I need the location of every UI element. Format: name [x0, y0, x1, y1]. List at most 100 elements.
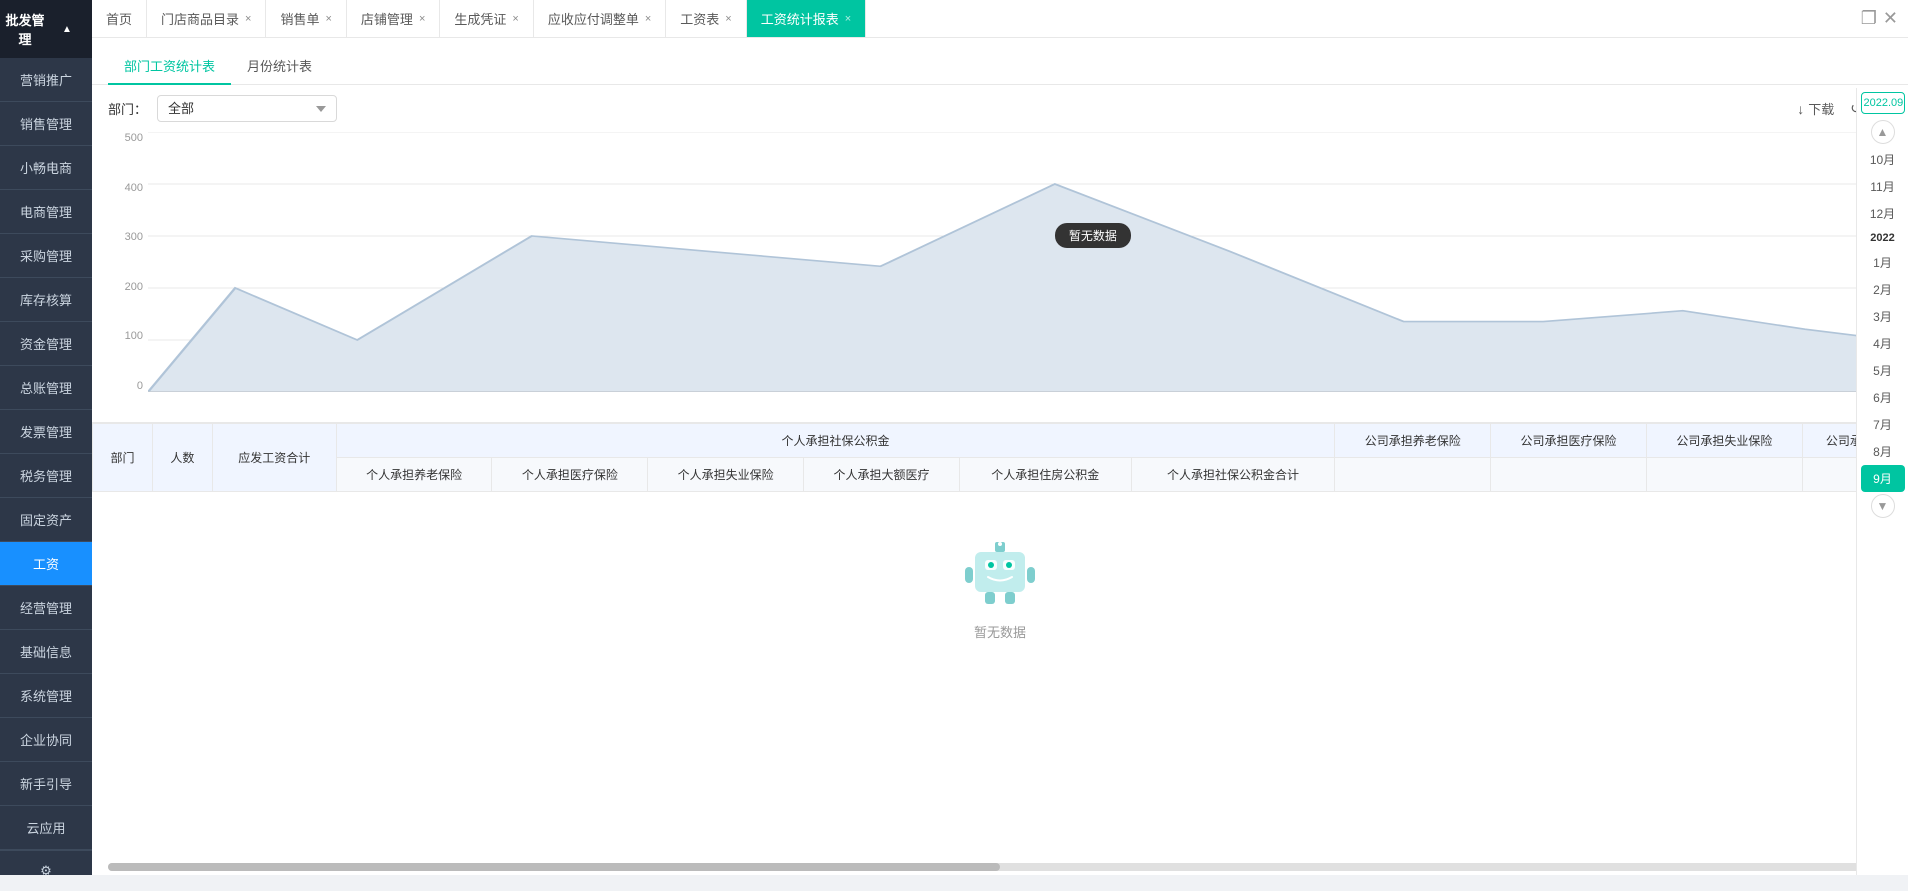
month-item-12月[interactable]: 12月 — [1861, 200, 1905, 227]
col-count: 人数 — [152, 424, 212, 492]
window-restore-icon[interactable]: ❐ — [1861, 8, 1877, 29]
tab-label: 店铺管理 — [361, 9, 413, 28]
tab-首页[interactable]: 首页 — [92, 0, 147, 37]
download-button[interactable]: ↓ 下载 — [1797, 99, 1834, 118]
col-group-personal: 个人承担社保公积金 — [336, 424, 1335, 458]
sidebar-item-小畅电商[interactable]: 小畅电商 — [0, 146, 92, 190]
month-item-10月[interactable]: 10月 — [1861, 146, 1905, 173]
table-scrollbar-thumb — [108, 863, 1000, 871]
col-company-medical: 公司承担医疗保险 — [1491, 424, 1647, 458]
month-item-6月[interactable]: 6月 — [1861, 384, 1905, 411]
tabs-container: 首页门店商品目录×销售单×店铺管理×生成凭证×应收应付调整单×工资表×工资统计报… — [92, 0, 866, 37]
tab-close-icon[interactable]: × — [245, 13, 251, 25]
month-item-3月[interactable]: 3月 — [1861, 303, 1905, 330]
sidebar-item-总账管理[interactable]: 总账管理 — [0, 366, 92, 410]
col-company-unemployment-sub — [1646, 458, 1802, 492]
download-label: 下载 — [1808, 99, 1834, 118]
tab-close-icon[interactable]: × — [645, 13, 651, 25]
toolbar: 部门： 全部 ↓ 下载 ↺ 刷新 — [92, 85, 1908, 132]
tab-应收应付调整单[interactable]: 应收应付调整单× — [534, 0, 666, 37]
col-personal-unemployment: 个人承担失业保险 — [648, 458, 804, 492]
month-panel: 2022.09 ▲ 10月11月12月20221月2月3月4月5月6月7月8月9… — [1856, 88, 1908, 875]
tab-close-icon[interactable]: × — [325, 13, 331, 25]
tab-工资表[interactable]: 工资表 × — [666, 0, 746, 37]
tab-销售单[interactable]: 销售单× — [266, 0, 346, 37]
month-item-4月[interactable]: 4月 — [1861, 330, 1905, 357]
month-item-9月[interactable]: 9月 — [1861, 465, 1905, 492]
sub-tab-月份统计表[interactable]: 月份统计表 — [231, 48, 328, 85]
sidebar-item-新手引导[interactable]: 新手引导 — [0, 762, 92, 806]
col-company-unemployment: 公司承担失业保险 — [1646, 424, 1802, 458]
no-data-text: 暂无数据 — [974, 622, 1026, 641]
sidebar-item-企业协同[interactable]: 企业协同 — [0, 718, 92, 762]
sidebar-item-经营管理[interactable]: 经营管理 — [0, 586, 92, 630]
month-item-5月[interactable]: 5月 — [1861, 357, 1905, 384]
tab-label: 工资表 — [680, 9, 719, 28]
sidebar-item-库存核算[interactable]: 库存核算 — [0, 278, 92, 322]
main-area: 首页门店商品目录×销售单×店铺管理×生成凭证×应收应付调整单×工资表×工资统计报… — [92, 0, 1908, 875]
month-nav-down[interactable]: ▼ — [1871, 494, 1895, 518]
sidebar-item-发票管理[interactable]: 发票管理 — [0, 410, 92, 454]
sidebar-item-营销推广[interactable]: 营销推广 — [0, 58, 92, 102]
sidebar-item-电商管理[interactable]: 电商管理 — [0, 190, 92, 234]
tab-门店商品目录[interactable]: 门店商品目录× — [147, 0, 266, 37]
month-nav-up[interactable]: ▲ — [1871, 120, 1895, 144]
table-wrapper[interactable]: 部门 人数 应发工资合计 个人承担社保公积金 公司承担养老保险 公司承担医疗保险… — [92, 423, 1908, 859]
chart-no-data-tooltip: 暂无数据 — [1055, 223, 1131, 248]
tab-bar-end: ❐ ✕ — [1851, 8, 1908, 29]
chart-svg — [148, 132, 1892, 392]
col-salary: 应发工资合计 — [212, 424, 336, 492]
window-close-icon[interactable]: ✕ — [1883, 8, 1898, 29]
tab-label: 工资统计报表 — [761, 9, 839, 28]
month-item-2月[interactable]: 2月 — [1861, 276, 1905, 303]
sidebar-item-基础信息[interactable]: 基础信息 — [0, 630, 92, 674]
y-label-400: 400 — [108, 182, 143, 194]
sidebar-item-固定资产[interactable]: 固定资产 — [0, 498, 92, 542]
col-personal-pension: 个人承担养老保险 — [336, 458, 492, 492]
table-header-row-2: 个人承担养老保险 个人承担医疗保险 个人承担失业保险 个人承担大额医疗 个人承担… — [93, 458, 1908, 492]
sub-tab-部门工资统计表[interactable]: 部门工资统计表 — [108, 48, 231, 85]
col-company-medical-sub — [1491, 458, 1647, 492]
month-item-2022: 2022 — [1861, 227, 1905, 249]
sidebar-item-工资[interactable]: 工资 — [0, 542, 92, 586]
tab-工资统计报表[interactable]: 工资统计报表 × — [747, 0, 866, 37]
sub-tabs-container: 部门工资统计表月份统计表 — [108, 48, 328, 84]
sidebar-item-资金管理[interactable]: 资金管理 — [0, 322, 92, 366]
tab-close-icon[interactable]: × — [512, 13, 518, 25]
dept-select[interactable]: 全部 — [157, 95, 337, 122]
col-personal-medical: 个人承担医疗保险 — [492, 458, 648, 492]
month-item-11月[interactable]: 11月 — [1861, 173, 1905, 200]
tab-close-icon[interactable]: × — [419, 13, 425, 25]
sidebar-item-税务管理[interactable]: 税务管理 — [0, 454, 92, 498]
col-dept: 部门 — [93, 424, 153, 492]
sidebar-item-系统管理[interactable]: 系统管理 — [0, 674, 92, 718]
sidebar-item-采购管理[interactable]: 采购管理 — [0, 234, 92, 278]
sidebar-item-云应用[interactable]: 云应用 — [0, 806, 92, 850]
y-label-200: 200 — [108, 281, 143, 293]
tab-店铺管理[interactable]: 店铺管理 × — [347, 0, 440, 37]
col-company-pension-sub — [1335, 458, 1491, 492]
chart-container: 0 100 200 300 400 500 — [108, 132, 1892, 412]
sidebar-item-销售管理[interactable]: 销售管理 — [0, 102, 92, 146]
month-item-7月[interactable]: 7月 — [1861, 411, 1905, 438]
month-item-1月[interactable]: 1月 — [1861, 249, 1905, 276]
sidebar-collapse-icon: ▲ — [46, 24, 88, 35]
chart-area: 0 100 200 300 400 500 — [92, 132, 1908, 422]
sidebar-title: 批发管理 — [4, 10, 46, 48]
col-personal-critical: 个人承担大额医疗 — [804, 458, 960, 492]
y-label-0: 0 — [108, 380, 143, 392]
tab-生成凭证[interactable]: 生成凭证× — [440, 0, 533, 37]
month-item-8月[interactable]: 8月 — [1861, 438, 1905, 465]
tab-close-icon[interactable]: × — [845, 13, 851, 25]
y-label-500: 500 — [108, 132, 143, 144]
sidebar-header[interactable]: 批发管理 ▲ — [0, 0, 92, 58]
table-section: 部门 人数 应发工资合计 个人承担社保公积金 公司承担养老保险 公司承担医疗保险… — [92, 422, 1908, 875]
tab-close-icon[interactable]: × — [725, 13, 731, 25]
y-axis-labels: 0 100 200 300 400 500 — [108, 132, 143, 392]
table-scrollbar[interactable] — [108, 863, 1892, 871]
sub-tab-bar: 部门工资统计表月份统计表 — [92, 38, 1908, 85]
sidebar-settings-button[interactable]: ⚙ — [0, 850, 92, 891]
tab-label: 首页 — [106, 9, 132, 28]
table-header-row-1: 部门 人数 应发工资合计 个人承担社保公积金 公司承担养老保险 公司承担医疗保险… — [93, 424, 1908, 458]
month-panel-year[interactable]: 2022.09 — [1861, 92, 1905, 114]
